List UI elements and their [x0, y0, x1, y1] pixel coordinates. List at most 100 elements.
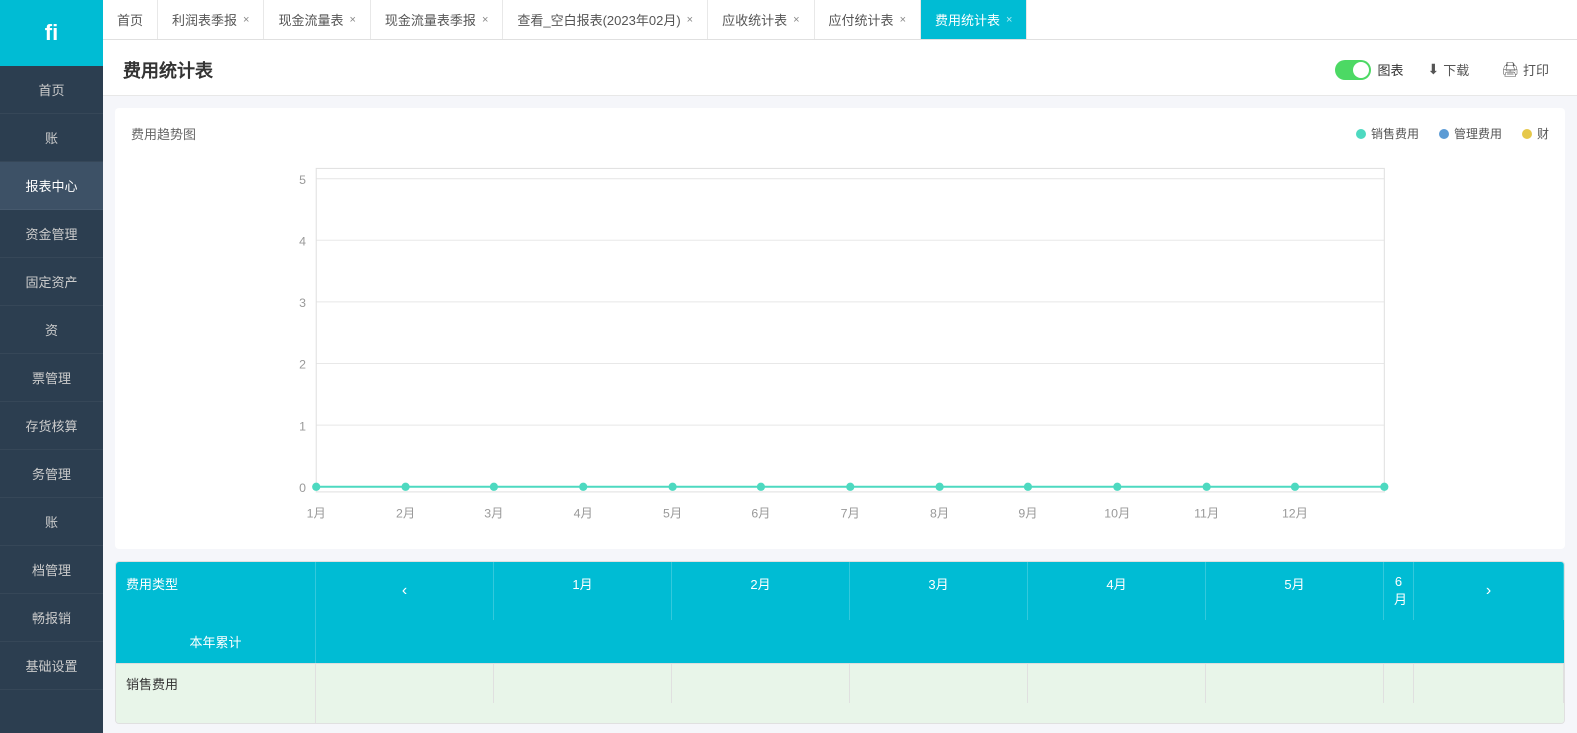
sidebar-item-archive[interactable]: 档管理: [0, 546, 103, 594]
th-total: 本年累计: [116, 620, 316, 663]
chart-header: 费用趋势图 销售费用 管理费用 财: [131, 124, 1549, 143]
th-nav-prev[interactable]: ‹: [316, 562, 494, 620]
th-m4: 4月: [1028, 562, 1206, 620]
svg-text:3月: 3月: [484, 507, 503, 521]
sidebar-item-invoices[interactable]: 票管理: [0, 354, 103, 402]
td-m3: [850, 664, 1028, 703]
tab-cashflow-q-close[interactable]: ×: [482, 14, 488, 26]
tab-cashflow-q[interactable]: 现金流量表季报 ×: [371, 0, 503, 40]
tab-profit[interactable]: 利润表季报 ×: [158, 0, 264, 40]
sidebar-item-home[interactable]: 首页: [0, 66, 103, 114]
td-type: 销售费用: [116, 664, 316, 703]
svg-text:6月: 6月: [751, 507, 770, 521]
print-button[interactable]: 🖨 打印: [1493, 56, 1557, 83]
chart-section: 费用趋势图 销售费用 管理费用 财: [115, 108, 1565, 549]
chart-container: 5 4 3 2 1 0: [131, 153, 1549, 533]
tab-cashflow-q-label: 现金流量表季报: [385, 10, 476, 29]
td-total: [116, 703, 316, 723]
svg-text:1: 1: [299, 419, 306, 433]
expense-table: 费用类型 ‹ 1月 2月 3月 4月 5月 6月 › 本年累计 销售费用: [115, 561, 1565, 724]
svg-text:7月: 7月: [841, 507, 860, 521]
tab-home[interactable]: 首页: [103, 0, 158, 40]
print-label: 打印: [1523, 60, 1549, 79]
tab-expense[interactable]: 费用统计表 ×: [921, 0, 1027, 40]
tab-cashflow-close[interactable]: ×: [349, 14, 355, 26]
sidebar-item-inventory[interactable]: 存货核算: [0, 402, 103, 450]
td-m5: [1206, 664, 1384, 703]
td-m6: [1384, 664, 1414, 703]
svg-text:4: 4: [299, 234, 306, 248]
th-m1: 1月: [494, 562, 672, 620]
svg-text:11月: 11月: [1194, 507, 1219, 521]
tab-payable-close[interactable]: ×: [900, 14, 906, 26]
legend-admin-label: 管理费用: [1454, 125, 1502, 142]
tab-expense-close[interactable]: ×: [1006, 14, 1012, 26]
chart-title: 费用趋势图: [131, 124, 196, 143]
td-m1: [494, 664, 672, 703]
legend-sales-dot: [1356, 129, 1366, 139]
svg-text:5: 5: [299, 173, 306, 187]
tab-payable[interactable]: 应付统计表 ×: [815, 0, 921, 40]
app-logo: fi: [0, 0, 103, 66]
sidebar-item-ledger[interactable]: 账: [0, 498, 103, 546]
chart-toggle[interactable]: [1335, 60, 1371, 80]
svg-text:5月: 5月: [663, 507, 682, 521]
tab-receivable-close[interactable]: ×: [793, 14, 799, 26]
download-icon: ⬇: [1427, 61, 1439, 78]
sidebar-item-reports[interactable]: 报表中心: [0, 162, 103, 210]
trend-chart: 5 4 3 2 1 0: [131, 153, 1549, 533]
sidebar-item-investment[interactable]: 资: [0, 306, 103, 354]
tab-blank-report-close[interactable]: ×: [687, 14, 693, 26]
svg-text:1月: 1月: [307, 507, 326, 521]
tab-blank-report[interactable]: 查看_空白报表(2023年02月) ×: [503, 0, 708, 40]
header-actions: 图表 ⬇ 下载 🖨 打印: [1335, 56, 1557, 83]
tab-cashflow-label: 现金流量表: [278, 10, 343, 29]
download-button[interactable]: ⬇ 下载: [1419, 56, 1477, 83]
th-m2: 2月: [672, 562, 850, 620]
chart-toggle-wrap: 图表: [1335, 60, 1403, 80]
tab-cashflow[interactable]: 现金流量表 ×: [264, 0, 370, 40]
svg-text:12月: 12月: [1282, 507, 1308, 521]
svg-text:2: 2: [299, 358, 306, 372]
sidebar-item-cash[interactable]: 资金管理: [0, 210, 103, 258]
sidebar-item-services[interactable]: 务管理: [0, 450, 103, 498]
th-m3: 3月: [850, 562, 1028, 620]
legend-admin-dot: [1439, 129, 1449, 139]
tab-profit-close[interactable]: ×: [243, 14, 249, 26]
tab-bar: 首页 利润表季报 × 现金流量表 × 现金流量表季报 × 查看_空白报表(202…: [103, 0, 1577, 40]
svg-text:2月: 2月: [396, 507, 415, 521]
sidebar-item-assets[interactable]: 固定资产: [0, 258, 103, 306]
td-nav-spacer: [316, 664, 494, 703]
tab-payable-label: 应付统计表: [829, 10, 894, 29]
table-header: 费用类型 ‹ 1月 2月 3月 4月 5月 6月 › 本年累计: [116, 562, 1564, 663]
td-nav-spacer2: [1414, 664, 1564, 703]
legend-admin: 管理费用: [1439, 125, 1502, 142]
tab-expense-label: 费用统计表: [935, 10, 1000, 29]
svg-text:0: 0: [299, 481, 306, 495]
svg-text:4月: 4月: [574, 507, 593, 521]
print-icon: 🖨: [1501, 61, 1519, 78]
table-row: 销售费用: [116, 663, 1564, 723]
legend-finance-label: 财: [1537, 125, 1549, 142]
th-nav-next[interactable]: ›: [1414, 562, 1564, 620]
th-m6: 6月: [1384, 562, 1414, 620]
svg-text:9月: 9月: [1018, 507, 1037, 521]
legend-finance: 财: [1522, 125, 1549, 142]
sidebar-item-accounts[interactable]: 账: [0, 114, 103, 162]
td-m2: [672, 664, 850, 703]
tab-receivable[interactable]: 应收统计表 ×: [708, 0, 814, 40]
sidebar-item-sales[interactable]: 畅报销: [0, 594, 103, 642]
tab-blank-report-label: 查看_空白报表(2023年02月): [517, 10, 680, 29]
th-type: 费用类型: [116, 562, 316, 620]
page-title: 费用统计表: [123, 57, 213, 83]
chart-toggle-label: 图表: [1377, 60, 1403, 79]
page-header: 费用统计表 图表 ⬇ 下载 🖨 打印: [103, 40, 1577, 96]
legend-sales-label: 销售费用: [1371, 125, 1419, 142]
td-m4: [1028, 664, 1206, 703]
download-label: 下载: [1443, 60, 1469, 79]
tab-home-label: 首页: [117, 10, 143, 29]
main-area: 首页 利润表季报 × 现金流量表 × 现金流量表季报 × 查看_空白报表(202…: [103, 0, 1577, 733]
legend-sales: 销售费用: [1356, 125, 1419, 142]
tab-profit-label: 利润表季报: [172, 10, 237, 29]
sidebar-item-settings[interactable]: 基础设置: [0, 642, 103, 690]
